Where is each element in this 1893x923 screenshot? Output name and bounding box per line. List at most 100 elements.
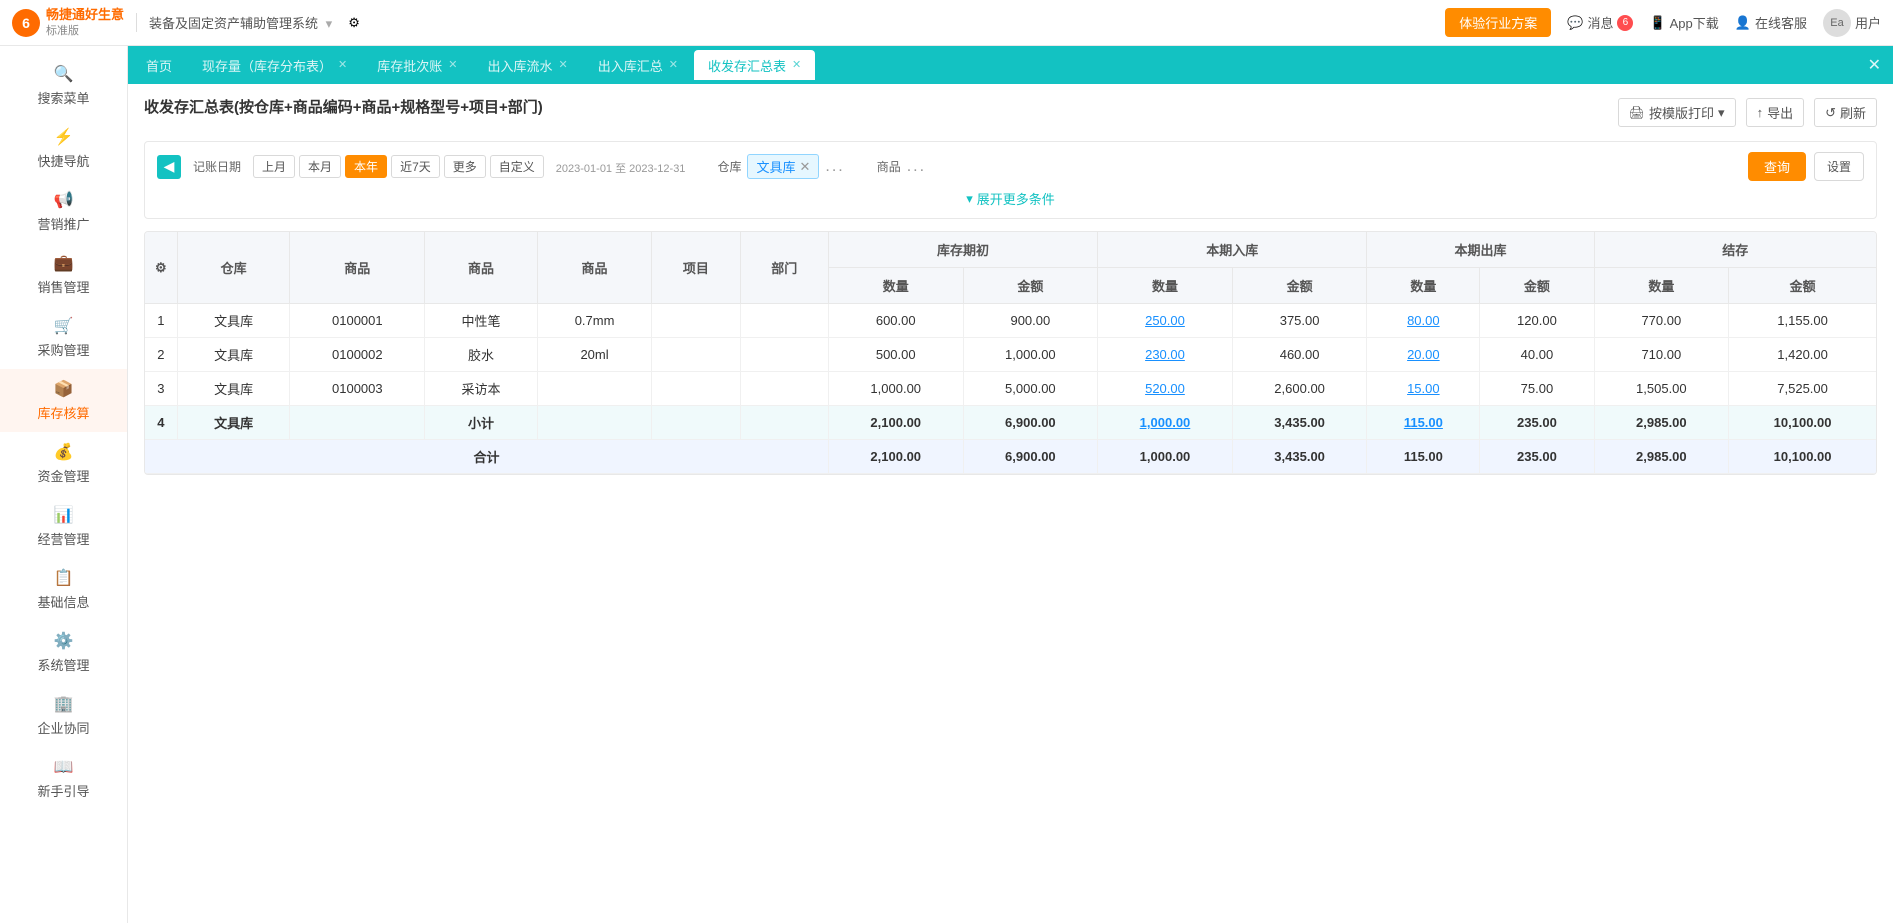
sidebar-label-sales: 销售管理 [37,277,89,296]
cell-bal-qty: 1,505.00 [1594,372,1729,406]
cell-in-qty[interactable]: 250.00 [1098,304,1233,338]
cell-out-qty[interactable]: 80.00 [1367,304,1480,338]
cell-out-qty[interactable]: 20.00 [1367,338,1480,372]
sidebar-item-sales[interactable]: 💼 销售管理 [0,243,127,306]
cell-in-amt: 375.00 [1232,304,1367,338]
tab-batch-label: 库存批次账 [377,56,442,75]
sidebar-item-basic-info[interactable]: 📋 基础信息 [0,558,127,621]
cell-bal-amt: 1,155.00 [1729,304,1876,338]
tab-receipt-summary-label: 收发存汇总表 [708,56,786,75]
refresh-icon: ↺ [1825,105,1836,121]
cell-dept [740,372,828,406]
print-button[interactable]: 🖨 按模版打印 ▾ [1618,98,1736,127]
user-action[interactable]: Ea 用户 [1823,9,1881,37]
refresh-button[interactable]: ↺ 刷新 [1814,98,1877,127]
sidebar-item-finance[interactable]: 💰 资金管理 [0,432,127,495]
top-header: 6 畅捷通好生意 标准版 装备及固定资产辅助管理系统 ▾ ⚙ 体验行业方案 💬 … [0,0,1893,46]
warehouse-field: 仓库 文具库 ✕ ... [717,154,844,179]
goods-more-dots[interactable]: ... [907,158,926,176]
warehouse-tag-close[interactable]: ✕ [799,159,810,175]
search-icon: 🔍 [54,64,74,84]
operations-icon: 📊 [54,505,74,525]
th-init-amt: 金额 [963,268,1098,304]
th-in-amt: 金额 [1232,268,1367,304]
tab-flow[interactable]: 出入库流水 ✕ [473,50,581,80]
goods-label: 商品 [877,158,901,175]
filter-area: ◀ 记账日期 上月 本月 本年 近7天 更多 自定义 2023-01-01 至 … [144,141,1877,219]
tab-flow-close[interactable]: ✕ [559,60,568,71]
query-button[interactable]: 查询 [1748,152,1806,181]
sidebar-item-inventory[interactable]: 📦 库存核算 [0,369,127,432]
tab-bar-close-all[interactable]: ✕ [1860,55,1889,75]
cell-in-qty[interactable]: 230.00 [1098,338,1233,372]
cell-in-qty[interactable]: 1,000.00 [1098,406,1233,440]
sidebar-item-marketing[interactable]: 📢 营销推广 [0,180,127,243]
cell-project [652,372,740,406]
th-init-qty: 数量 [828,268,963,304]
date-prev-month[interactable]: 上月 [253,155,295,178]
date-more[interactable]: 更多 [444,155,486,178]
cell-out-qty[interactable]: 115.00 [1367,406,1480,440]
warehouse-more-dots[interactable]: ... [825,158,844,176]
tab-home[interactable]: 首页 [132,50,186,80]
date-7days[interactable]: 近7天 [391,155,440,178]
total-bal-amt: 10,100.00 [1729,440,1876,474]
sidebar: 🔍 搜索菜单 ⚡ 快捷导航 📢 营销推广 💼 销售管理 🛒 采购管理 📦 库存核… [0,46,128,923]
tab-batch-close[interactable]: ✕ [448,60,457,71]
total-init-qty: 2,100.00 [828,440,963,474]
th-goods-name: 商品 [425,232,538,304]
date-this-month[interactable]: 本月 [299,155,341,178]
tab-flow-label: 出入库流水 [487,56,552,75]
tab-receipt-summary-close[interactable]: ✕ [792,60,801,71]
quick-nav-icon: ⚡ [54,127,74,147]
cell-bal-amt: 7,525.00 [1729,372,1876,406]
th-settings[interactable]: ⚙ [145,232,177,304]
tab-batch[interactable]: 库存批次账 ✕ [363,50,471,80]
cell-bal-qty: 770.00 [1594,304,1729,338]
logo-text: 畅捷通好生意 标准版 [46,7,124,38]
online-service-action[interactable]: 👤 在线客服 [1735,13,1807,32]
tab-stock-dist-close[interactable]: ✕ [338,60,347,71]
app-download-action[interactable]: 📱 App下载 [1649,13,1718,32]
filter-toggle[interactable]: ◀ [157,155,181,179]
sidebar-label-basic-info: 基础信息 [37,592,89,611]
cell-init-amt: 1,000.00 [963,338,1098,372]
cell-in-amt: 3,435.00 [1232,406,1367,440]
date-custom[interactable]: 自定义 [490,155,544,178]
print-dropdown-icon: ▾ [1718,105,1725,121]
sidebar-label-marketing: 营销推广 [37,214,89,233]
cell-init-amt: 5,000.00 [963,372,1098,406]
tab-summary-close[interactable]: ✕ [669,60,678,71]
sidebar-item-search[interactable]: 🔍 搜索菜单 [0,54,127,117]
experience-button[interactable]: 体验行业方案 [1445,8,1551,37]
cell-in-qty[interactable]: 520.00 [1098,372,1233,406]
tab-summary[interactable]: 出入库汇总 ✕ [584,50,692,80]
settings-button[interactable]: 设置 [1814,152,1864,181]
system-icon: ⚙️ [54,631,74,651]
sidebar-item-purchase[interactable]: 🛒 采购管理 [0,306,127,369]
sidebar-item-quick-nav[interactable]: ⚡ 快捷导航 [0,117,127,180]
date-this-year[interactable]: 本年 [345,155,387,178]
cell-out-amt: 235.00 [1480,406,1594,440]
sidebar-item-operations[interactable]: 📊 经营管理 [0,495,127,558]
th-project: 项目 [652,232,740,304]
main-layout: 🔍 搜索菜单 ⚡ 快捷导航 📢 营销推广 💼 销售管理 🛒 采购管理 📦 库存核… [0,46,1893,923]
message-action[interactable]: 💬 消息 6 [1567,13,1633,32]
cell-out-qty[interactable]: 15.00 [1367,372,1480,406]
settings-icon[interactable]: ⚙ [348,15,360,31]
sidebar-label-system: 系统管理 [37,655,89,674]
sidebar-item-guide[interactable]: 📖 新手引导 [0,747,127,810]
warehouse-label: 仓库 [717,158,741,175]
system-title: 装备及固定资产辅助管理系统 ▾ [136,13,332,32]
system-dropdown-icon[interactable]: ▾ [326,16,333,31]
expand-more-btn[interactable]: ▾ 展开更多条件 [966,189,1055,208]
tab-receipt-summary[interactable]: 收发存汇总表 ✕ [694,50,815,80]
inventory-icon: 📦 [54,379,74,399]
cell-warehouse: 文具库 [177,372,290,406]
sidebar-item-system[interactable]: ⚙️ 系统管理 [0,621,127,684]
cell-code [290,406,425,440]
export-button[interactable]: ↑ 导出 [1746,98,1805,127]
tab-stock-dist[interactable]: 现存量（库存分布表） ✕ [188,50,361,80]
sidebar-item-enterprise[interactable]: 🏢 企业协同 [0,684,127,747]
total-init-amt: 6,900.00 [963,440,1098,474]
